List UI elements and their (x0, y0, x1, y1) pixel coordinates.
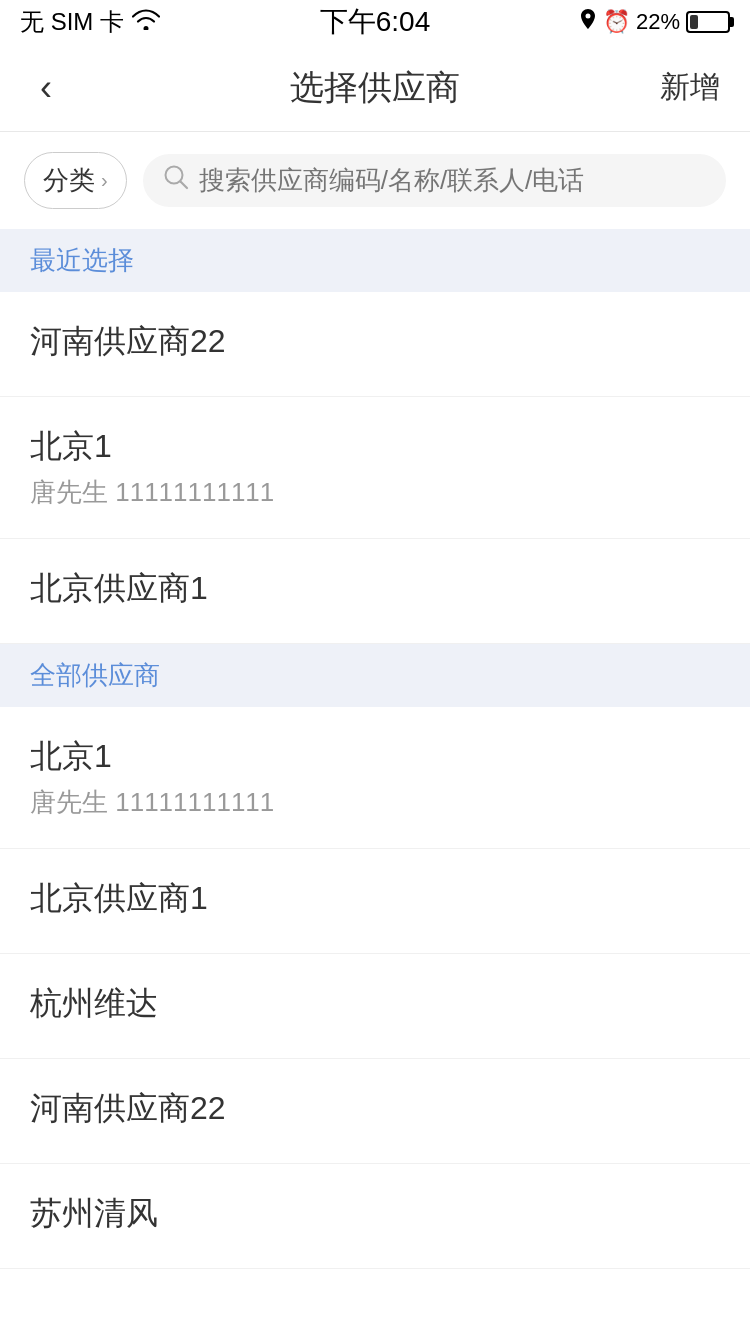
wifi-icon (132, 8, 160, 36)
all-list: 北京1 唐先生 11111111111 北京供应商1 杭州维达河南供应商22 苏州清风 (0, 707, 750, 1269)
all-section-header: 全部供应商 (0, 644, 750, 707)
svg-line-1 (180, 182, 187, 189)
status-left: 无 SIM 卡 (20, 6, 160, 38)
all-list-item[interactable]: 北京1 唐先生 11111111111 (0, 707, 750, 849)
all-list-item[interactable]: 河南供应商22 (0, 1059, 750, 1164)
status-bar: 无 SIM 卡 下午6:04 ⏰ 22% (0, 0, 750, 44)
item-name: 北京供应商1 (30, 877, 720, 921)
all-section-label: 全部供应商 (30, 660, 160, 690)
category-label: 分类 (43, 163, 95, 198)
item-name: 北京1 (30, 425, 720, 469)
item-name: 河南供应商22 (30, 320, 720, 364)
search-icon (163, 164, 189, 197)
chevron-right-icon: › (101, 169, 108, 192)
status-time: 下午6:04 (320, 3, 431, 41)
item-name: 苏州清风 (30, 1192, 720, 1236)
recent-list-item[interactable]: 河南供应商22 (0, 292, 750, 397)
battery-icon (686, 11, 730, 33)
item-name: 河南供应商22 (30, 1087, 720, 1131)
recent-section-header: 最近选择 (0, 229, 750, 292)
item-contact: 唐先生 11111111111 (30, 785, 720, 820)
battery-pct: 22% (636, 9, 680, 35)
recent-list-item[interactable]: 北京1 唐先生 11111111111 (0, 397, 750, 539)
category-button[interactable]: 分类 › (24, 152, 127, 209)
page-title: 选择供应商 (290, 65, 460, 111)
alarm-icon: ⏰ (603, 9, 630, 35)
search-input[interactable] (199, 165, 706, 196)
item-name: 杭州维达 (30, 982, 720, 1026)
recent-list-item[interactable]: 北京供应商1 (0, 539, 750, 644)
no-sim-text: 无 SIM 卡 (20, 6, 124, 38)
status-right: ⏰ 22% (579, 8, 730, 36)
add-button[interactable]: 新增 (660, 67, 720, 108)
all-list-item[interactable]: 杭州维达 (0, 954, 750, 1059)
all-list-item[interactable]: 北京供应商1 (0, 849, 750, 954)
search-input-wrap (143, 154, 726, 207)
back-button[interactable]: ‹ (30, 57, 62, 119)
item-name: 北京供应商1 (30, 567, 720, 611)
item-contact: 唐先生 11111111111 (30, 475, 720, 510)
search-bar: 分类 › (0, 132, 750, 229)
recent-section-label: 最近选择 (30, 245, 134, 275)
recent-list: 河南供应商22 北京1 唐先生 11111111111 北京供应商1 (0, 292, 750, 644)
location-icon (579, 8, 597, 36)
item-name: 北京1 (30, 735, 720, 779)
nav-bar: ‹ 选择供应商 新增 (0, 44, 750, 132)
all-list-item[interactable]: 苏州清风 (0, 1164, 750, 1269)
